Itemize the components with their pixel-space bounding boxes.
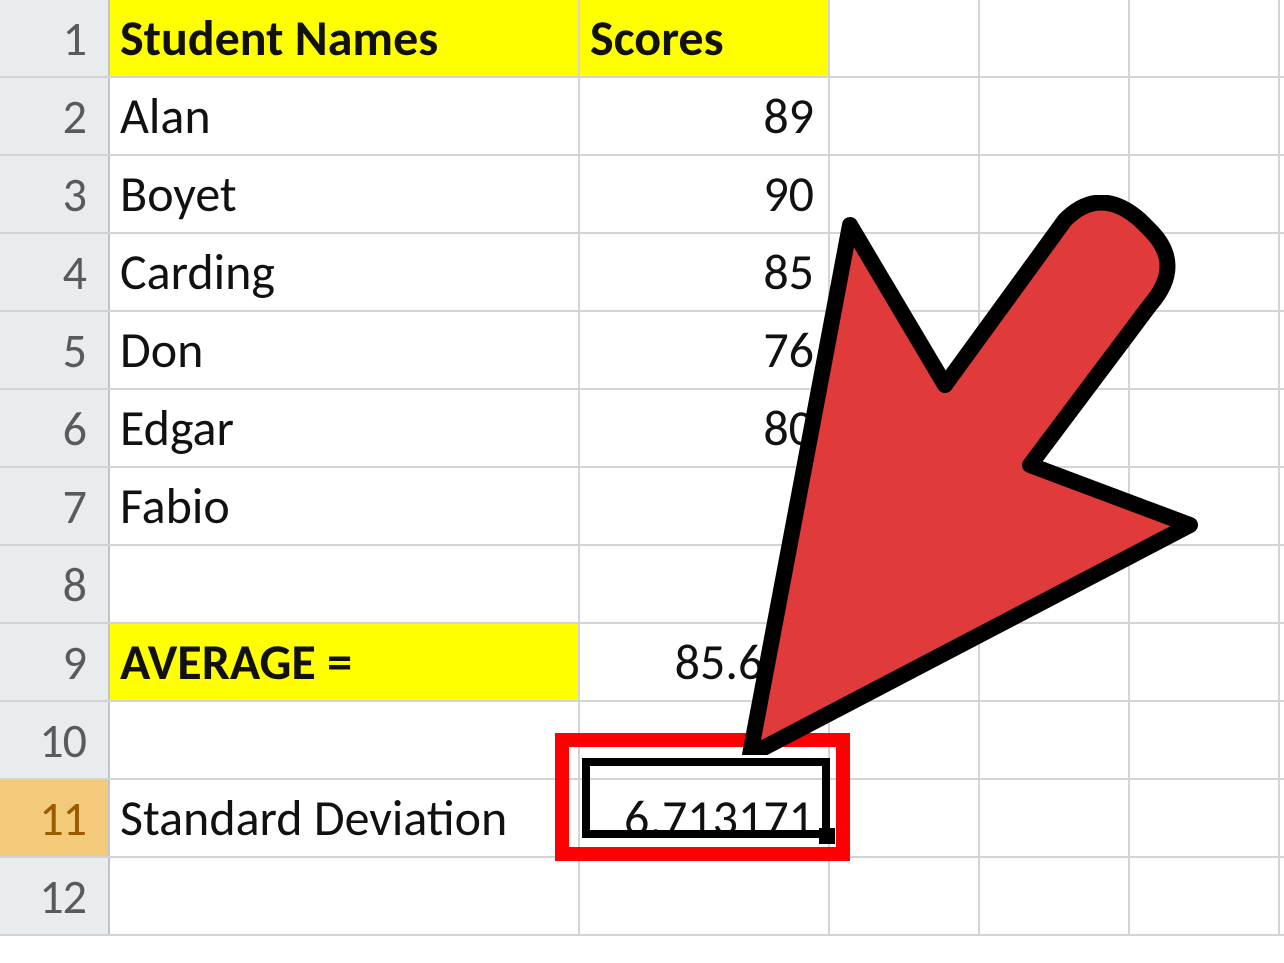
cells-rest-5[interactable] [830, 312, 1284, 388]
row-3[interactable]: 3 Boyet 90 [0, 156, 1284, 234]
cell-a5[interactable]: Don [110, 312, 580, 388]
row-header-12[interactable]: 12 [0, 858, 110, 934]
cells-rest-7[interactable] [830, 468, 1284, 544]
cell-b2[interactable]: 89 [580, 78, 830, 154]
cell-a6[interactable]: Edgar [110, 390, 580, 466]
cells-rest-1[interactable] [830, 0, 1284, 76]
cells-rest-12[interactable] [830, 858, 1284, 934]
cell-a9[interactable]: AVERAGE = [110, 624, 580, 700]
row-header-11[interactable]: 11 [0, 780, 110, 856]
row-header-6[interactable]: 6 [0, 390, 110, 466]
cell-b12[interactable] [580, 858, 830, 934]
row-header-2[interactable]: 2 [0, 78, 110, 154]
cells-rest-10[interactable] [830, 702, 1284, 778]
cell-a8[interactable] [110, 546, 580, 622]
row-12[interactable]: 12 [0, 858, 1284, 936]
cell-a11[interactable]: Standard Deviation [110, 780, 580, 856]
row-header-10[interactable]: 10 [0, 702, 110, 778]
cells-rest-8[interactable] [830, 546, 1284, 622]
cells-rest-9[interactable] [830, 624, 1284, 700]
cells-rest-4[interactable] [830, 234, 1284, 310]
cell-b7[interactable]: 9 [580, 468, 830, 544]
row-6[interactable]: 6 Edgar 80 [0, 390, 1284, 468]
row-header-8[interactable]: 8 [0, 546, 110, 622]
cell-a7[interactable]: Fabio [110, 468, 580, 544]
row-header-4[interactable]: 4 [0, 234, 110, 310]
cells-rest-3[interactable] [830, 156, 1284, 232]
row-header-9[interactable]: 9 [0, 624, 110, 700]
cell-a4[interactable]: Carding [110, 234, 580, 310]
cells-rest-2[interactable] [830, 78, 1284, 154]
row-5[interactable]: 5 Don 76 [0, 312, 1284, 390]
cell-a1[interactable]: Student Names [110, 0, 580, 76]
cell-b3[interactable]: 90 [580, 156, 830, 232]
row-11[interactable]: 11 Standard Deviation 6.713171 [0, 780, 1284, 858]
row-header-1[interactable]: 1 [0, 0, 110, 76]
row-header-7[interactable]: 7 [0, 468, 110, 544]
fill-handle[interactable] [819, 828, 835, 844]
row-7[interactable]: 7 Fabio 9 [0, 468, 1284, 546]
row-header-5[interactable]: 5 [0, 312, 110, 388]
cells-rest-6[interactable] [830, 390, 1284, 466]
row-2[interactable]: 2 Alan 89 [0, 78, 1284, 156]
cell-b9[interactable]: 85.666 [580, 624, 830, 700]
row-10[interactable]: 10 [0, 702, 1284, 780]
row-1[interactable]: 1 Student Names Scores [0, 0, 1284, 78]
cell-b6[interactable]: 80 [580, 390, 830, 466]
cells-rest-11[interactable] [830, 780, 1284, 856]
cell-b8[interactable] [580, 546, 830, 622]
cell-a12[interactable] [110, 858, 580, 934]
cell-a10[interactable] [110, 702, 580, 778]
row-8[interactable]: 8 [0, 546, 1284, 624]
spreadsheet-grid[interactable]: 1 Student Names Scores 2 Alan 89 3 Boyet… [0, 0, 1284, 936]
cell-b5[interactable]: 76 [580, 312, 830, 388]
row-9[interactable]: 9 AVERAGE = 85.666 [0, 624, 1284, 702]
cell-a3[interactable]: Boyet [110, 156, 580, 232]
cell-b1[interactable]: Scores [580, 0, 830, 76]
cell-b11-selected[interactable]: 6.713171 [580, 780, 830, 856]
cell-b10[interactable] [580, 702, 830, 778]
row-4[interactable]: 4 Carding 85 [0, 234, 1284, 312]
cell-b4[interactable]: 85 [580, 234, 830, 310]
cell-a2[interactable]: Alan [110, 78, 580, 154]
row-header-3[interactable]: 3 [0, 156, 110, 232]
